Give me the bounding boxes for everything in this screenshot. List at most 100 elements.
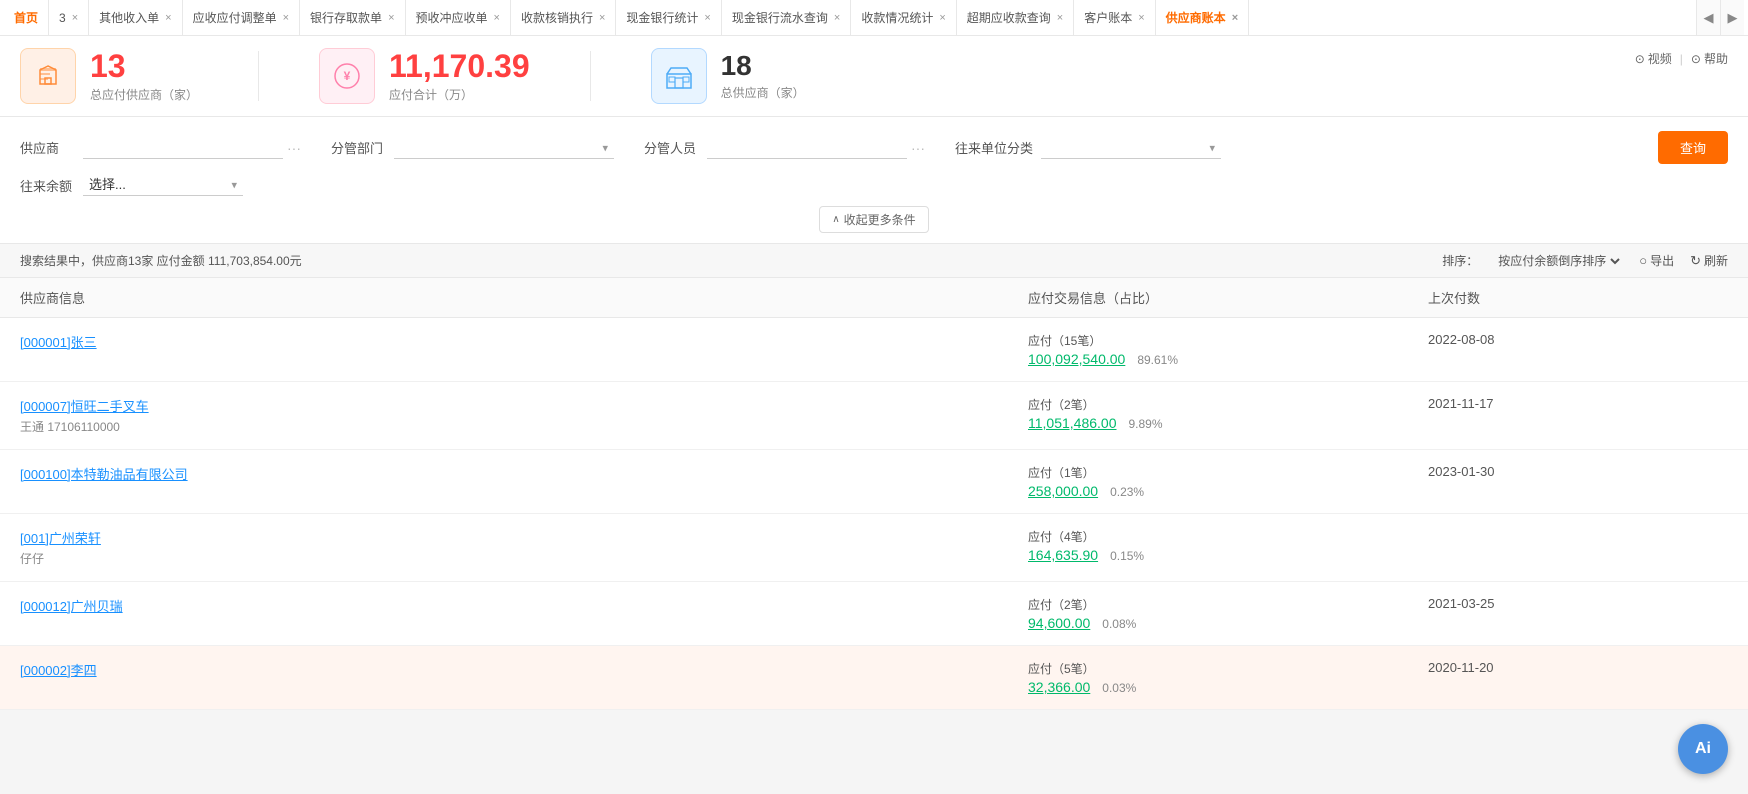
table-row: [000007]恒旺二手叉车 王通 17106110000 应付（2笔） 11,… <box>0 382 1748 450</box>
table-row: [001]广州荣轩 仔仔 应付（4笔） 164,635.90 0.15% <box>0 514 1748 582</box>
close-tab-icon[interactable]: × <box>165 12 171 24</box>
tx-amount-4[interactable]: 94,600.00 <box>1028 615 1090 631</box>
close-tab-icon[interactable]: × <box>1057 12 1063 24</box>
supplier-link-0[interactable]: [000001]张三 <box>20 335 97 350</box>
stat-total-suppliers: 18 总供应商（家） <box>651 48 805 104</box>
help-link[interactable]: 帮助 <box>1704 50 1728 67</box>
sort-select[interactable]: 按应付余额倒序排序 <box>1494 253 1623 269</box>
tx-row-1: 11,051,486.00 9.89% <box>1028 415 1428 431</box>
supplier-label: 供应商 <box>20 138 75 157</box>
collapse-label: 收起更多条件 <box>844 211 916 228</box>
stat-divider-2 <box>590 51 591 101</box>
nav-tab-collection-stat[interactable]: 收款情况统计 × <box>851 0 956 36</box>
nav-tab-home[interactable]: 首页 <box>4 0 49 36</box>
video-icon: ⊙ <box>1635 52 1645 66</box>
export-link[interactable]: ○ 导出 <box>1639 252 1674 269</box>
tx-amount-2[interactable]: 258,000.00 <box>1028 483 1098 499</box>
close-tab-icon[interactable]: × <box>494 12 500 24</box>
close-tab-icon[interactable]: × <box>599 12 605 24</box>
tx-amount-1[interactable]: 11,051,486.00 <box>1028 415 1117 431</box>
nav-tab-prepay[interactable]: 预收冲应收单 × <box>406 0 511 36</box>
nav-next-button[interactable]: ▶ <box>1720 0 1744 36</box>
person-dots-icon[interactable]: ··· <box>911 140 925 156</box>
close-tab-icon[interactable]: × <box>704 12 710 24</box>
export-icon: ○ <box>1639 253 1647 268</box>
close-tab-icon[interactable]: × <box>939 12 945 24</box>
ai-label: Ai <box>1695 740 1711 758</box>
close-tab-icon[interactable]: × <box>1232 12 1238 24</box>
supplier-dots-icon[interactable]: ··· <box>287 140 301 156</box>
nav-prev-button[interactable]: ◀ <box>1696 0 1720 36</box>
tx-amount-5[interactable]: 32,366.00 <box>1028 679 1090 695</box>
close-tab-icon[interactable]: × <box>72 12 78 24</box>
close-tab-icon[interactable]: × <box>1138 12 1144 24</box>
tx-percent-4: 0.08% <box>1102 617 1136 631</box>
tx-row-5: 32,366.00 0.03% <box>1028 679 1428 695</box>
table-row: [000100]本特勒油品有限公司 应付（1笔） 258,000.00 0.23… <box>0 450 1748 514</box>
supplier-link-4[interactable]: [000012]广州贝瑞 <box>20 599 123 614</box>
supplier-link-1[interactable]: [000007]恒旺二手叉车 <box>20 399 149 414</box>
link-divider: | <box>1680 52 1683 66</box>
search-button[interactable]: 查询 <box>1658 131 1728 164</box>
col-header-lastpay: 上次付数 <box>1428 288 1728 307</box>
top-navigation: 首页 3 × 其他收入单 × 应收应付调整单 × 银行存取款单 × 预收冲应收单… <box>0 0 1748 36</box>
transaction-info-2: 应付（1笔） 258,000.00 0.23% <box>1028 464 1428 499</box>
tx-label-2: 应付（1笔） <box>1028 464 1428 481</box>
last-payment-0: 2022-08-08 <box>1428 332 1728 347</box>
nav-tab-cash-stat[interactable]: 现金银行统计 × <box>616 0 721 36</box>
tx-label-1: 应付（2笔） <box>1028 396 1428 413</box>
balance-select[interactable]: 选择... <box>83 174 243 196</box>
dept-select-wrapper <box>394 137 614 159</box>
filter-dept: 分管部门 <box>331 137 614 159</box>
nav-tab-reconcile[interactable]: 收款核销执行 × <box>511 0 616 36</box>
nav-tab-adjustment[interactable]: 应收应付调整单 × <box>183 0 300 36</box>
results-bar: 搜索结果中，供应商13家 应付金额 111,703,854.00元 排序： 按应… <box>0 244 1748 278</box>
supplier-info-2: [000100]本特勒油品有限公司 <box>20 464 1028 483</box>
export-label: 导出 <box>1650 252 1674 269</box>
close-tab-icon[interactable]: × <box>388 12 394 24</box>
dept-select[interactable] <box>394 137 614 159</box>
nav-tab-cash-flow[interactable]: 现金银行流水查询 × <box>722 0 851 36</box>
data-table: 供应商信息 应付交易信息（占比） 上次付数 [000001]张三 应付（15笔）… <box>0 278 1748 710</box>
supplier-link-5[interactable]: [000002]李四 <box>20 663 97 678</box>
supplier-info-4: [000012]广州贝瑞 <box>20 596 1028 615</box>
nav-tab-3[interactable]: 3 × <box>49 0 89 36</box>
nav-arrows: ◀ ▶ <box>1696 0 1744 36</box>
tx-amount-3[interactable]: 164,635.90 <box>1028 547 1098 563</box>
nav-tab-supplier-ledger[interactable]: 供应商账本 × <box>1156 0 1249 36</box>
filter-person: 分管人员 ··· <box>644 137 925 159</box>
nav-tab-other-income[interactable]: 其他收入单 × <box>89 0 182 36</box>
category-label: 往来单位分类 <box>955 138 1033 157</box>
refresh-link[interactable]: ↻ 刷新 <box>1690 252 1728 269</box>
nav-tab-bank[interactable]: 银行存取款单 × <box>300 0 405 36</box>
dept-label: 分管部门 <box>331 138 386 157</box>
help-icon: ⊙ <box>1691 52 1701 66</box>
video-link[interactable]: 视频 <box>1648 50 1672 67</box>
last-payment-4: 2021-03-25 <box>1428 596 1728 611</box>
stat-content-suppliers: 13 总应付供应商（家） <box>90 49 198 103</box>
nav-tab-customer-ledger[interactable]: 客户账本 × <box>1074 0 1155 36</box>
filter-row-1: 供应商 ··· 分管部门 分管人员 ··· 往来单位分类 查询 <box>20 131 1728 164</box>
last-payment-1: 2021-11-17 <box>1428 396 1728 411</box>
results-actions: 排序： 按应付余额倒序排序 ○ 导出 ↻ 刷新 <box>1442 252 1728 269</box>
ai-assistant-button[interactable]: Ai <box>1678 724 1728 774</box>
stat-label-payable-suppliers: 总应付供应商（家） <box>90 86 198 103</box>
close-tab-icon[interactable]: × <box>834 12 840 24</box>
supplier-link-2[interactable]: [000100]本特勒油品有限公司 <box>20 467 188 482</box>
close-tab-icon[interactable]: × <box>283 12 289 24</box>
tx-amount-0[interactable]: 100,092,540.00 <box>1028 351 1125 367</box>
person-input[interactable] <box>707 137 907 159</box>
tx-label-5: 应付（5笔） <box>1028 660 1428 677</box>
table-row: [000012]广州贝瑞 应付（2笔） 94,600.00 0.08% 2021… <box>0 582 1748 646</box>
filter-supplier: 供应商 ··· <box>20 137 301 159</box>
tx-percent-3: 0.15% <box>1110 549 1144 563</box>
tx-label-0: 应付（15笔） <box>1028 332 1428 349</box>
stat-label-total-suppliers: 总供应商（家） <box>721 84 805 101</box>
category-select[interactable] <box>1041 137 1221 159</box>
supplier-link-3[interactable]: [001]广州荣轩 <box>20 531 101 546</box>
nav-tab-overdue[interactable]: 超期应收款查询 × <box>957 0 1074 36</box>
supplier-input[interactable] <box>83 137 283 159</box>
collapse-button[interactable]: ∧ 收起更多条件 <box>819 206 928 233</box>
supplier-info-0: [000001]张三 <box>20 332 1028 351</box>
col-header-transaction: 应付交易信息（占比） <box>1028 288 1428 307</box>
